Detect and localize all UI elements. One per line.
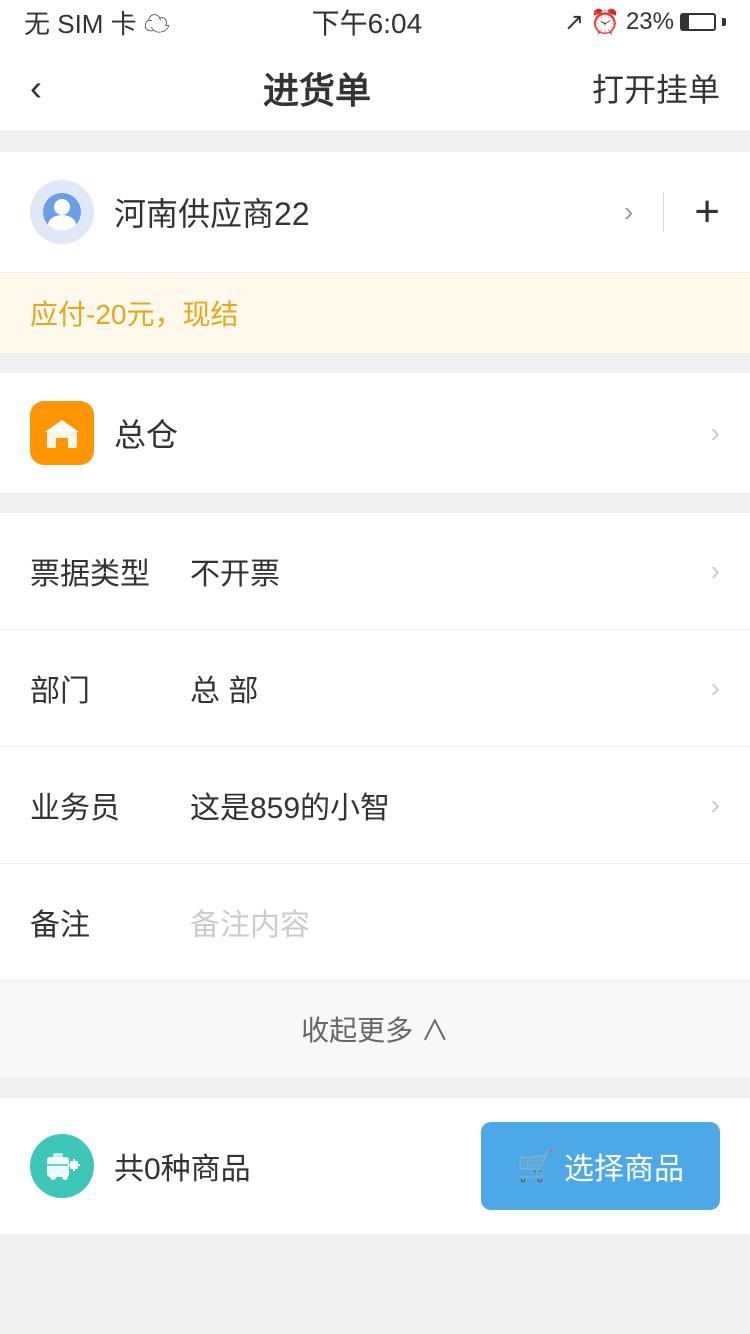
sales-row[interactable]: 业务员 这是859的小智 ›	[0, 746, 750, 863]
location-icon: ↗	[564, 8, 584, 37]
sim-text: 无 SIM 卡 ☁	[24, 4, 170, 41]
dept-value: 总 部	[190, 666, 711, 710]
alarm-icon: ⏰	[590, 8, 620, 37]
back-button[interactable]: ‹	[30, 67, 42, 109]
product-icon	[43, 1147, 81, 1185]
supplier-name: 河南供应商22	[114, 189, 624, 235]
section-gap-1	[0, 132, 750, 152]
invoice-label: 票据类型	[30, 549, 190, 593]
supplier-chevron-icon: ›	[624, 196, 633, 228]
battery-tip	[722, 18, 726, 26]
nav-bar: ‹ 进货单 打开挂单	[0, 44, 750, 132]
section-gap-2	[0, 353, 750, 373]
warehouse-icon	[43, 414, 81, 452]
remark-input[interactable]: 备注内容	[190, 900, 720, 944]
supplier-section: 河南供应商22 › + 应付-20元，现结	[0, 152, 750, 353]
warehouse-name: 总仓	[114, 410, 711, 456]
sales-chevron-icon: ›	[711, 789, 720, 821]
open-pending-button[interactable]: 打开挂单	[592, 65, 720, 111]
dept-chevron-icon: ›	[711, 672, 720, 704]
supplier-avatar	[30, 180, 94, 244]
product-count: 共0种商品	[114, 1144, 481, 1188]
warehouse-chevron-icon: ›	[711, 417, 720, 449]
warehouse-icon-wrap	[30, 401, 94, 465]
status-right: ↗ ⏰ 23%	[564, 8, 726, 37]
collapse-label: 收起更多 ∧	[301, 1015, 449, 1046]
dept-row[interactable]: 部门 总 部 ›	[0, 629, 750, 746]
status-bar: 无 SIM 卡 ☁ 下午6:04 ↗ ⏰ 23%	[0, 0, 750, 44]
battery-icon	[680, 13, 716, 31]
notice-text: 应付-20元，现结	[30, 299, 238, 330]
warehouse-section: 总仓 ›	[0, 373, 750, 493]
add-supplier-button[interactable]: +	[694, 187, 720, 237]
dept-label: 部门	[30, 666, 190, 710]
select-product-button[interactable]: 🛒 选择商品	[481, 1122, 720, 1210]
select-btn-label: 选择商品	[564, 1144, 684, 1188]
remark-label: 备注	[30, 900, 190, 944]
notice-row: 应付-20元，现结	[0, 273, 750, 353]
battery-text: 23%	[626, 8, 674, 36]
avatar-icon	[43, 193, 81, 231]
remark-row[interactable]: 备注 备注内容	[0, 863, 750, 980]
cart-icon: 🛒	[517, 1149, 554, 1184]
supplier-row[interactable]: 河南供应商22 › +	[0, 152, 750, 273]
bottom-bar: 共0种商品 🛒 选择商品	[0, 1097, 750, 1234]
invoice-chevron-icon: ›	[711, 555, 720, 587]
warehouse-row[interactable]: 总仓 ›	[0, 373, 750, 493]
sales-value: 这是859的小智	[190, 783, 711, 827]
form-section: 票据类型 不开票 › 部门 总 部 › 业务员 这是859的小智 › 备注 备注…	[0, 513, 750, 1077]
product-icon-wrap	[30, 1134, 94, 1198]
invoice-value: 不开票	[190, 549, 711, 593]
section-gap-3	[0, 493, 750, 513]
status-left: 无 SIM 卡 ☁	[24, 4, 170, 41]
invoice-row[interactable]: 票据类型 不开票 ›	[0, 513, 750, 629]
status-time: 下午6:04	[312, 2, 423, 42]
page-title: 进货单	[263, 62, 371, 114]
sales-label: 业务员	[30, 783, 190, 827]
supplier-divider	[663, 192, 664, 232]
collapse-row[interactable]: 收起更多 ∧	[0, 980, 750, 1077]
